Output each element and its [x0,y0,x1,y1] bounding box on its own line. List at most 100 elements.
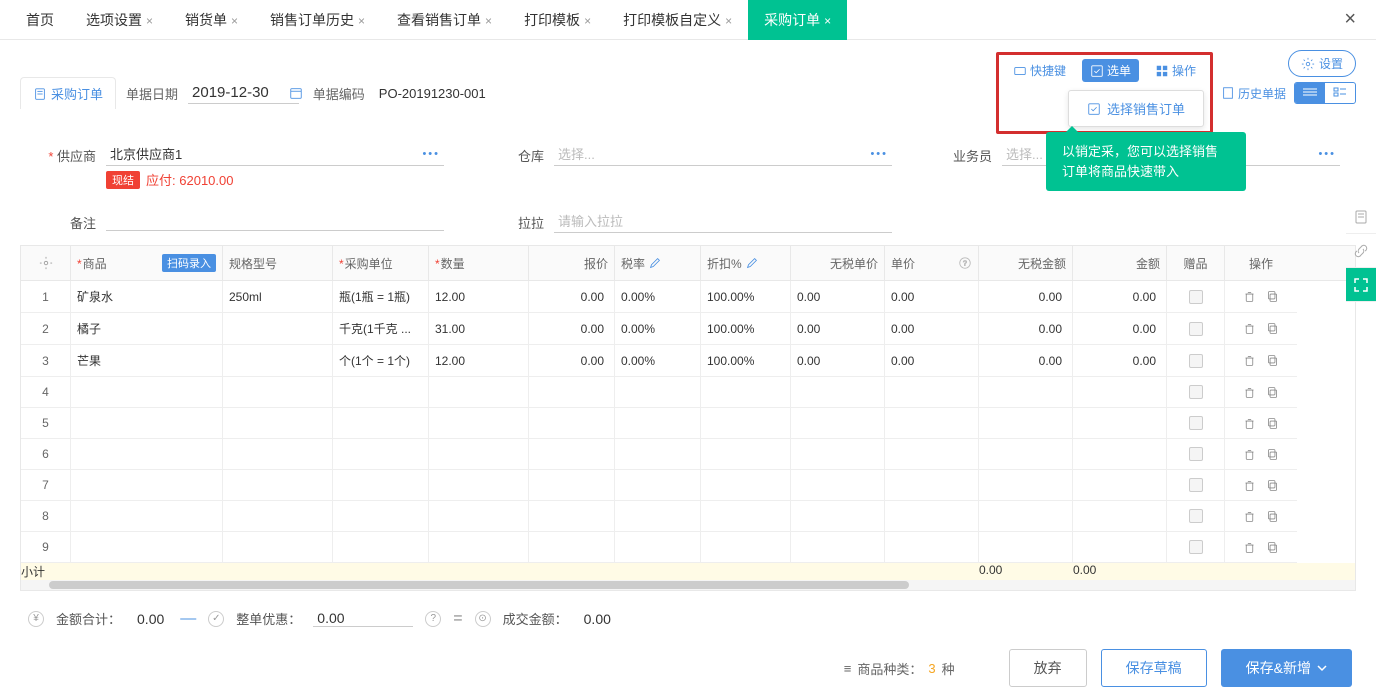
close-all-icon[interactable]: × [1334,8,1366,31]
table-row[interactable]: 8 [21,501,1355,532]
delete-icon[interactable] [1243,386,1256,399]
select-order-button[interactable]: 选单 [1082,59,1139,82]
col-qty: 数量 [429,246,529,280]
delete-icon[interactable] [1243,322,1256,335]
note-tool-icon[interactable] [1346,200,1376,234]
more-icon[interactable]: ••• [1318,148,1336,160]
cell-product: 矿泉水 [71,281,223,313]
supplier-input[interactable]: 北京供应商1••• [106,142,444,166]
table-row[interactable]: 4 [21,377,1355,408]
table-row[interactable]: 1矿泉水250ml瓶(1瓶 = 1瓶)12.000.000.00%100.00%… [21,281,1355,313]
save-draft-button[interactable]: 保存草稿 [1101,649,1207,687]
save-and-new-button[interactable]: 保存&新增 [1221,649,1352,687]
cell-discount: 100.00% [701,313,791,345]
cell-ops [1225,470,1297,501]
copy-icon[interactable] [1266,479,1279,492]
close-icon[interactable]: × [358,14,365,28]
copy-icon[interactable] [1266,417,1279,430]
gift-checkbox[interactable] [1189,322,1203,336]
settings-button[interactable]: 设置 [1288,50,1356,77]
tab-sales-doc[interactable]: 销货单× [169,0,254,40]
delete-icon[interactable] [1243,354,1256,367]
view-card-icon[interactable] [1325,83,1355,103]
copy-icon[interactable] [1266,448,1279,461]
delete-icon[interactable] [1243,417,1256,430]
cell-spec [223,313,333,345]
gift-checkbox[interactable] [1189,509,1203,523]
warehouse-field: 仓库 选择...••• [484,142,892,189]
gift-checkbox[interactable] [1189,478,1203,492]
remark-input[interactable] [106,209,444,231]
table-row[interactable]: 6 [21,439,1355,470]
remark-label: 备注 [36,209,96,232]
delete-icon[interactable] [1243,448,1256,461]
copy-icon[interactable] [1266,354,1279,367]
operate-button[interactable]: 操作 [1147,59,1204,82]
delete-icon[interactable] [1243,290,1256,303]
delete-icon[interactable] [1243,510,1256,523]
shortcut-button[interactable]: 快捷键 [1005,59,1074,82]
tab-purchase-order[interactable]: 采购订单× [748,0,847,40]
close-icon[interactable]: × [824,14,831,28]
tab-home[interactable]: 首页 [10,0,70,40]
close-icon[interactable]: × [725,14,732,28]
tab-options[interactable]: 选项设置× [70,0,169,40]
tab-print-custom[interactable]: 打印模板自定义× [607,0,748,40]
copy-icon[interactable] [1266,290,1279,303]
table-row[interactable]: 7 [21,470,1355,501]
delete-icon[interactable] [1243,541,1256,554]
copy-icon[interactable] [1266,541,1279,554]
gift-checkbox[interactable] [1189,447,1203,461]
gift-checkbox[interactable] [1189,540,1203,554]
abandon-button[interactable]: 放弃 [1009,649,1087,687]
copy-icon[interactable] [1266,510,1279,523]
close-icon[interactable]: × [231,14,238,28]
scan-badge[interactable]: 扫码录入 [162,254,216,272]
help-icon[interactable]: ? [425,611,441,627]
cell-quote [529,532,615,563]
date-input[interactable]: 2019-12-30 [188,82,299,104]
tab-print-template[interactable]: 打印模板× [508,0,607,40]
row-index: 4 [21,377,71,408]
delete-icon[interactable] [1243,479,1256,492]
edit-icon[interactable] [648,256,662,270]
close-icon[interactable]: × [146,14,153,28]
horizontal-scrollbar[interactable] [21,580,1355,590]
lala-input[interactable]: 请输入拉拉 [554,209,892,233]
warehouse-label: 仓库 [484,142,544,165]
view-list-icon[interactable] [1295,83,1325,103]
tab-sales-history[interactable]: 销售订单历史× [254,0,381,40]
tip-tooltip: 以销定采，您可以选择销售订单将商品快速带入 [1046,132,1246,191]
cell-gift [1167,345,1225,377]
select-sales-order-item[interactable]: 选择销售订单 [1068,90,1204,127]
cell-tax: 0.00% [615,345,701,377]
close-icon[interactable]: × [584,14,591,28]
more-icon[interactable]: ••• [870,148,888,160]
table-row[interactable]: 5 [21,408,1355,439]
cell-amount-no-tax: 0.00 [979,345,1073,377]
help-icon[interactable]: ? [958,256,972,270]
copy-icon[interactable] [1266,322,1279,335]
cell-gift [1167,470,1225,501]
discount-input[interactable]: 0.00 [313,610,413,627]
copy-icon[interactable] [1266,386,1279,399]
document-type-tab[interactable]: 采购订单 [20,77,116,109]
settings-column-header[interactable] [21,246,71,280]
edit-icon[interactable] [745,256,759,270]
table-row[interactable]: 9 [21,532,1355,563]
gift-checkbox[interactable] [1189,385,1203,399]
gift-checkbox[interactable] [1189,290,1203,304]
table-row[interactable]: 3芒果个(1个 = 1个)12.000.000.00%100.00%0.000.… [21,345,1355,377]
expand-tool-icon[interactable] [1346,268,1376,302]
history-button[interactable]: 历史单据 [1221,85,1286,102]
more-icon[interactable]: ••• [422,148,440,160]
cell-qty [429,439,529,470]
tab-view-sales[interactable]: 查看销售订单× [381,0,508,40]
gift-checkbox[interactable] [1189,354,1203,368]
close-icon[interactable]: × [485,14,492,28]
gift-checkbox[interactable] [1189,416,1203,430]
cell-discount: 100.00% [701,345,791,377]
link-tool-icon[interactable] [1346,234,1376,268]
table-row[interactable]: 2橘子千克(1千克 ...31.000.000.00%100.00%0.000.… [21,313,1355,345]
warehouse-input[interactable]: 选择...••• [554,142,892,166]
